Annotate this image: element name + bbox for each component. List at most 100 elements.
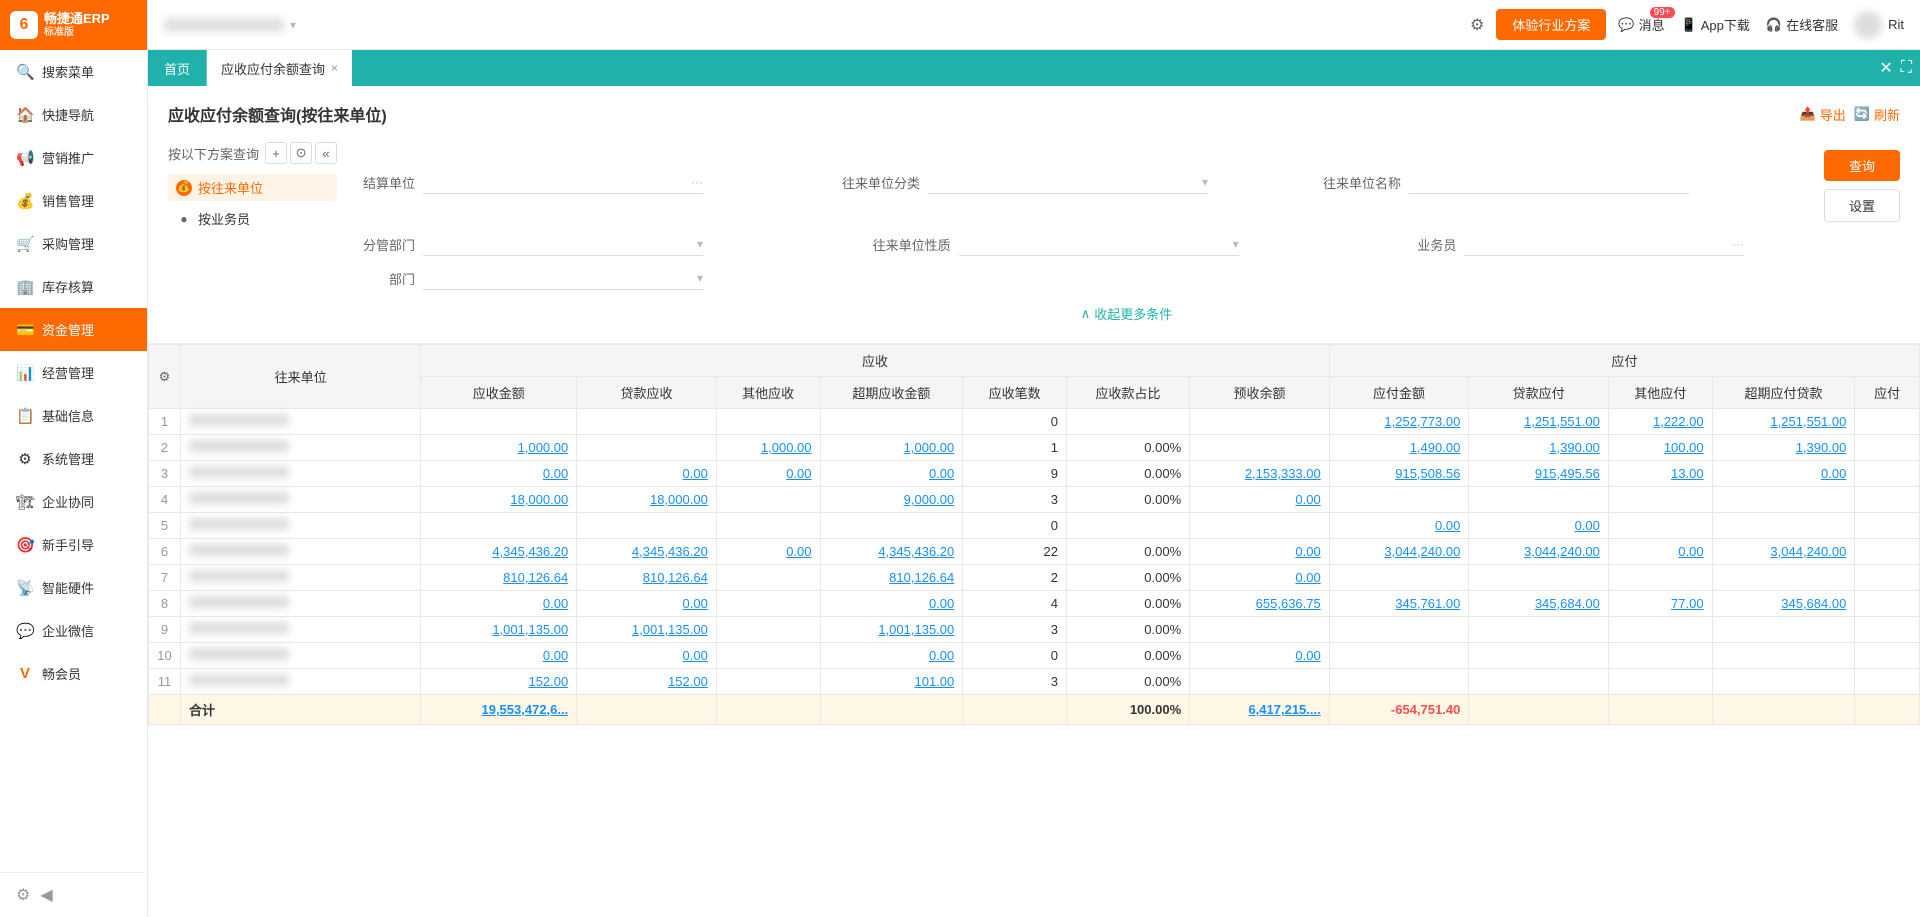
row-ar_other[interactable]: 0.00 [716,539,820,565]
row-ap_loan[interactable]: 3,044,240.00 [1469,539,1609,565]
sidebar-item-inventory[interactable]: 🏢 库存核算 [0,265,147,308]
category-input[interactable] [928,170,1202,193]
row-ap_amount[interactable]: 915,508.56 [1329,461,1469,487]
row-ar_loan[interactable]: 0.00 [577,643,717,669]
jiesuan-input[interactable] [423,170,691,193]
row-ap_overdue[interactable]: 1,251,551.00 [1712,409,1855,435]
dept-input[interactable] [423,232,697,255]
settings-scheme-btn[interactable]: ⊙ [290,142,312,164]
th-settings[interactable]: ⚙ [149,345,181,409]
row-ap_amount[interactable]: 1,490.00 [1329,435,1469,461]
table-settings-icon[interactable]: ⚙ [159,369,171,384]
refresh-button[interactable]: 🔄 刷新 [1854,105,1900,124]
row-ar_other[interactable]: 1,000.00 [716,435,820,461]
row-ar_amount[interactable]: 0.00 [421,461,577,487]
sidebar-item-search[interactable]: 🔍 搜索菜单 [0,50,147,93]
row-ap_amount[interactable]: 345,761.00 [1329,591,1469,617]
row-ar_amount[interactable]: 4,345,436.20 [421,539,577,565]
settings-bottom-icon[interactable]: ⚙ [16,885,30,905]
row-ap_overdue[interactable]: 1,390.00 [1712,435,1855,461]
row-ap_overdue[interactable]: 345,684.00 [1712,591,1855,617]
row-ar_overdue[interactable]: 9,000.00 [820,487,963,513]
row-ar_loan[interactable]: 18,000.00 [577,487,717,513]
tab-close-icon[interactable]: × [331,61,338,75]
topbar-gear-icon[interactable]: ⚙ [1470,15,1484,35]
sidebar-item-quicknav[interactable]: 🏠 快捷导航 [0,93,147,136]
salesperson-input[interactable] [1464,232,1732,255]
row-ap_loan[interactable]: 1,251,551.00 [1469,409,1609,435]
row-ap_other[interactable]: 100.00 [1608,435,1712,461]
tab-home[interactable]: 首页 [148,50,207,86]
row-ar_prepay[interactable]: 0.00 [1190,565,1330,591]
row-ar_loan[interactable]: 0.00 [577,461,717,487]
row-ar_prepay[interactable]: 0.00 [1190,539,1330,565]
row-ar_loan[interactable]: 0.00 [577,591,717,617]
scheme-option-partner[interactable]: 💰 按往来单位 [168,174,337,201]
row-ar_amount[interactable]: 1,001,135.00 [421,617,577,643]
total-ar-amount[interactable]: 19,553,472,6... [421,695,577,725]
sidebar-item-guide[interactable]: 🎯 新手引导 [0,523,147,566]
row-ar_amount[interactable]: 18,000.00 [421,487,577,513]
collapse-filter-btn[interactable]: ∧ 收起更多条件 [1081,304,1173,323]
row-ar_overdue[interactable]: 0.00 [820,591,963,617]
row-ar_amount[interactable]: 0.00 [421,591,577,617]
row-ap_loan[interactable]: 915,495.56 [1469,461,1609,487]
settings-button[interactable]: 设置 [1824,189,1900,222]
row-ap_amount[interactable]: 0.00 [1329,513,1469,539]
online-service-item[interactable]: 🎧 在线客服 [1766,15,1838,34]
add-scheme-btn[interactable]: + [265,142,287,164]
row-ar_overdue[interactable]: 101.00 [820,669,963,695]
sidebar-item-wechat[interactable]: 💬 企业微信 [0,609,147,652]
row-ar_overdue[interactable]: 0.00 [820,643,963,669]
tab-current[interactable]: 应收应付余额查询 × [207,50,352,86]
row-ap_other[interactable]: 0.00 [1608,539,1712,565]
app-download-item[interactable]: 📱 App下载 [1681,15,1750,34]
category-dropdown-icon[interactable]: ▾ [1202,175,1208,189]
row-ar_overdue[interactable]: 810,126.64 [820,565,963,591]
row-ar_other[interactable]: 0.00 [716,461,820,487]
sidebar-item-sales[interactable]: 💰 销售管理 [0,179,147,222]
sidebar-item-marketing[interactable]: 📢 营销推广 [0,136,147,179]
sidebar-item-basic[interactable]: 📋 基础信息 [0,394,147,437]
row-ap_amount[interactable]: 3,044,240.00 [1329,539,1469,565]
sidebar-item-corp[interactable]: 🏗 企业协同 [0,480,147,523]
row-ar_amount[interactable]: 1,000.00 [421,435,577,461]
row-ap_loan[interactable]: 345,684.00 [1469,591,1609,617]
row-ap_loan[interactable]: 1,390.00 [1469,435,1609,461]
busmen-dropdown-icon[interactable]: ▾ [697,271,703,285]
salesperson-dotdot-icon[interactable]: ··· [1732,237,1744,251]
row-ar_overdue[interactable]: 4,345,436.20 [820,539,963,565]
name-input[interactable] [1409,170,1689,194]
sidebar-item-member[interactable]: V 畅会员 [0,652,147,695]
sidebar-item-system[interactable]: ⚙ 系统管理 [0,437,147,480]
sidebar-item-finance[interactable]: 💳 资金管理 [0,308,147,351]
row-ap_overdue[interactable]: 0.00 [1712,461,1855,487]
row-ar_prepay[interactable]: 655,636.75 [1190,591,1330,617]
row-ap_other[interactable]: 13.00 [1608,461,1712,487]
collapse-scheme-btn[interactable]: « [315,142,337,164]
row-ap_other[interactable]: 77.00 [1608,591,1712,617]
fullscreen-btn[interactable]: ⛶ [1901,59,1912,77]
row-ar_prepay[interactable]: 2,153,333.00 [1190,461,1330,487]
row-ar_loan[interactable]: 810,126.64 [577,565,717,591]
messages-item[interactable]: 💬 消息 99+ [1618,15,1664,34]
export-button[interactable]: 📤 导出 [1800,105,1846,124]
nature-dropdown-icon[interactable]: ▾ [1233,237,1239,251]
row-ar_overdue[interactable]: 0.00 [820,461,963,487]
window-close-btn[interactable]: ✕ [1879,58,1892,78]
row-ar_loan[interactable]: 152.00 [577,669,717,695]
jiesuan-dotdot-icon[interactable]: ··· [691,175,703,189]
row-ap_overdue[interactable]: 3,044,240.00 [1712,539,1855,565]
total-ar-prepay[interactable]: 6,417,215.... [1190,695,1330,725]
row-ap_other[interactable]: 1,222.00 [1608,409,1712,435]
query-button[interactable]: 查询 [1824,150,1900,181]
row-ar_loan[interactable]: 4,345,436.20 [577,539,717,565]
sidebar-item-hardware[interactable]: 📡 智能硬件 [0,566,147,609]
row-ar_overdue[interactable]: 1,000.00 [820,435,963,461]
row-ar_prepay[interactable]: 0.00 [1190,643,1330,669]
row-ar_loan[interactable]: 1,001,135.00 [577,617,717,643]
sidebar-item-purchase[interactable]: 🛒 采购管理 [0,222,147,265]
row-ar_amount[interactable]: 152.00 [421,669,577,695]
user-info[interactable]: Rit [1854,11,1904,39]
dept-dropdown-icon[interactable]: ▾ [697,237,703,251]
